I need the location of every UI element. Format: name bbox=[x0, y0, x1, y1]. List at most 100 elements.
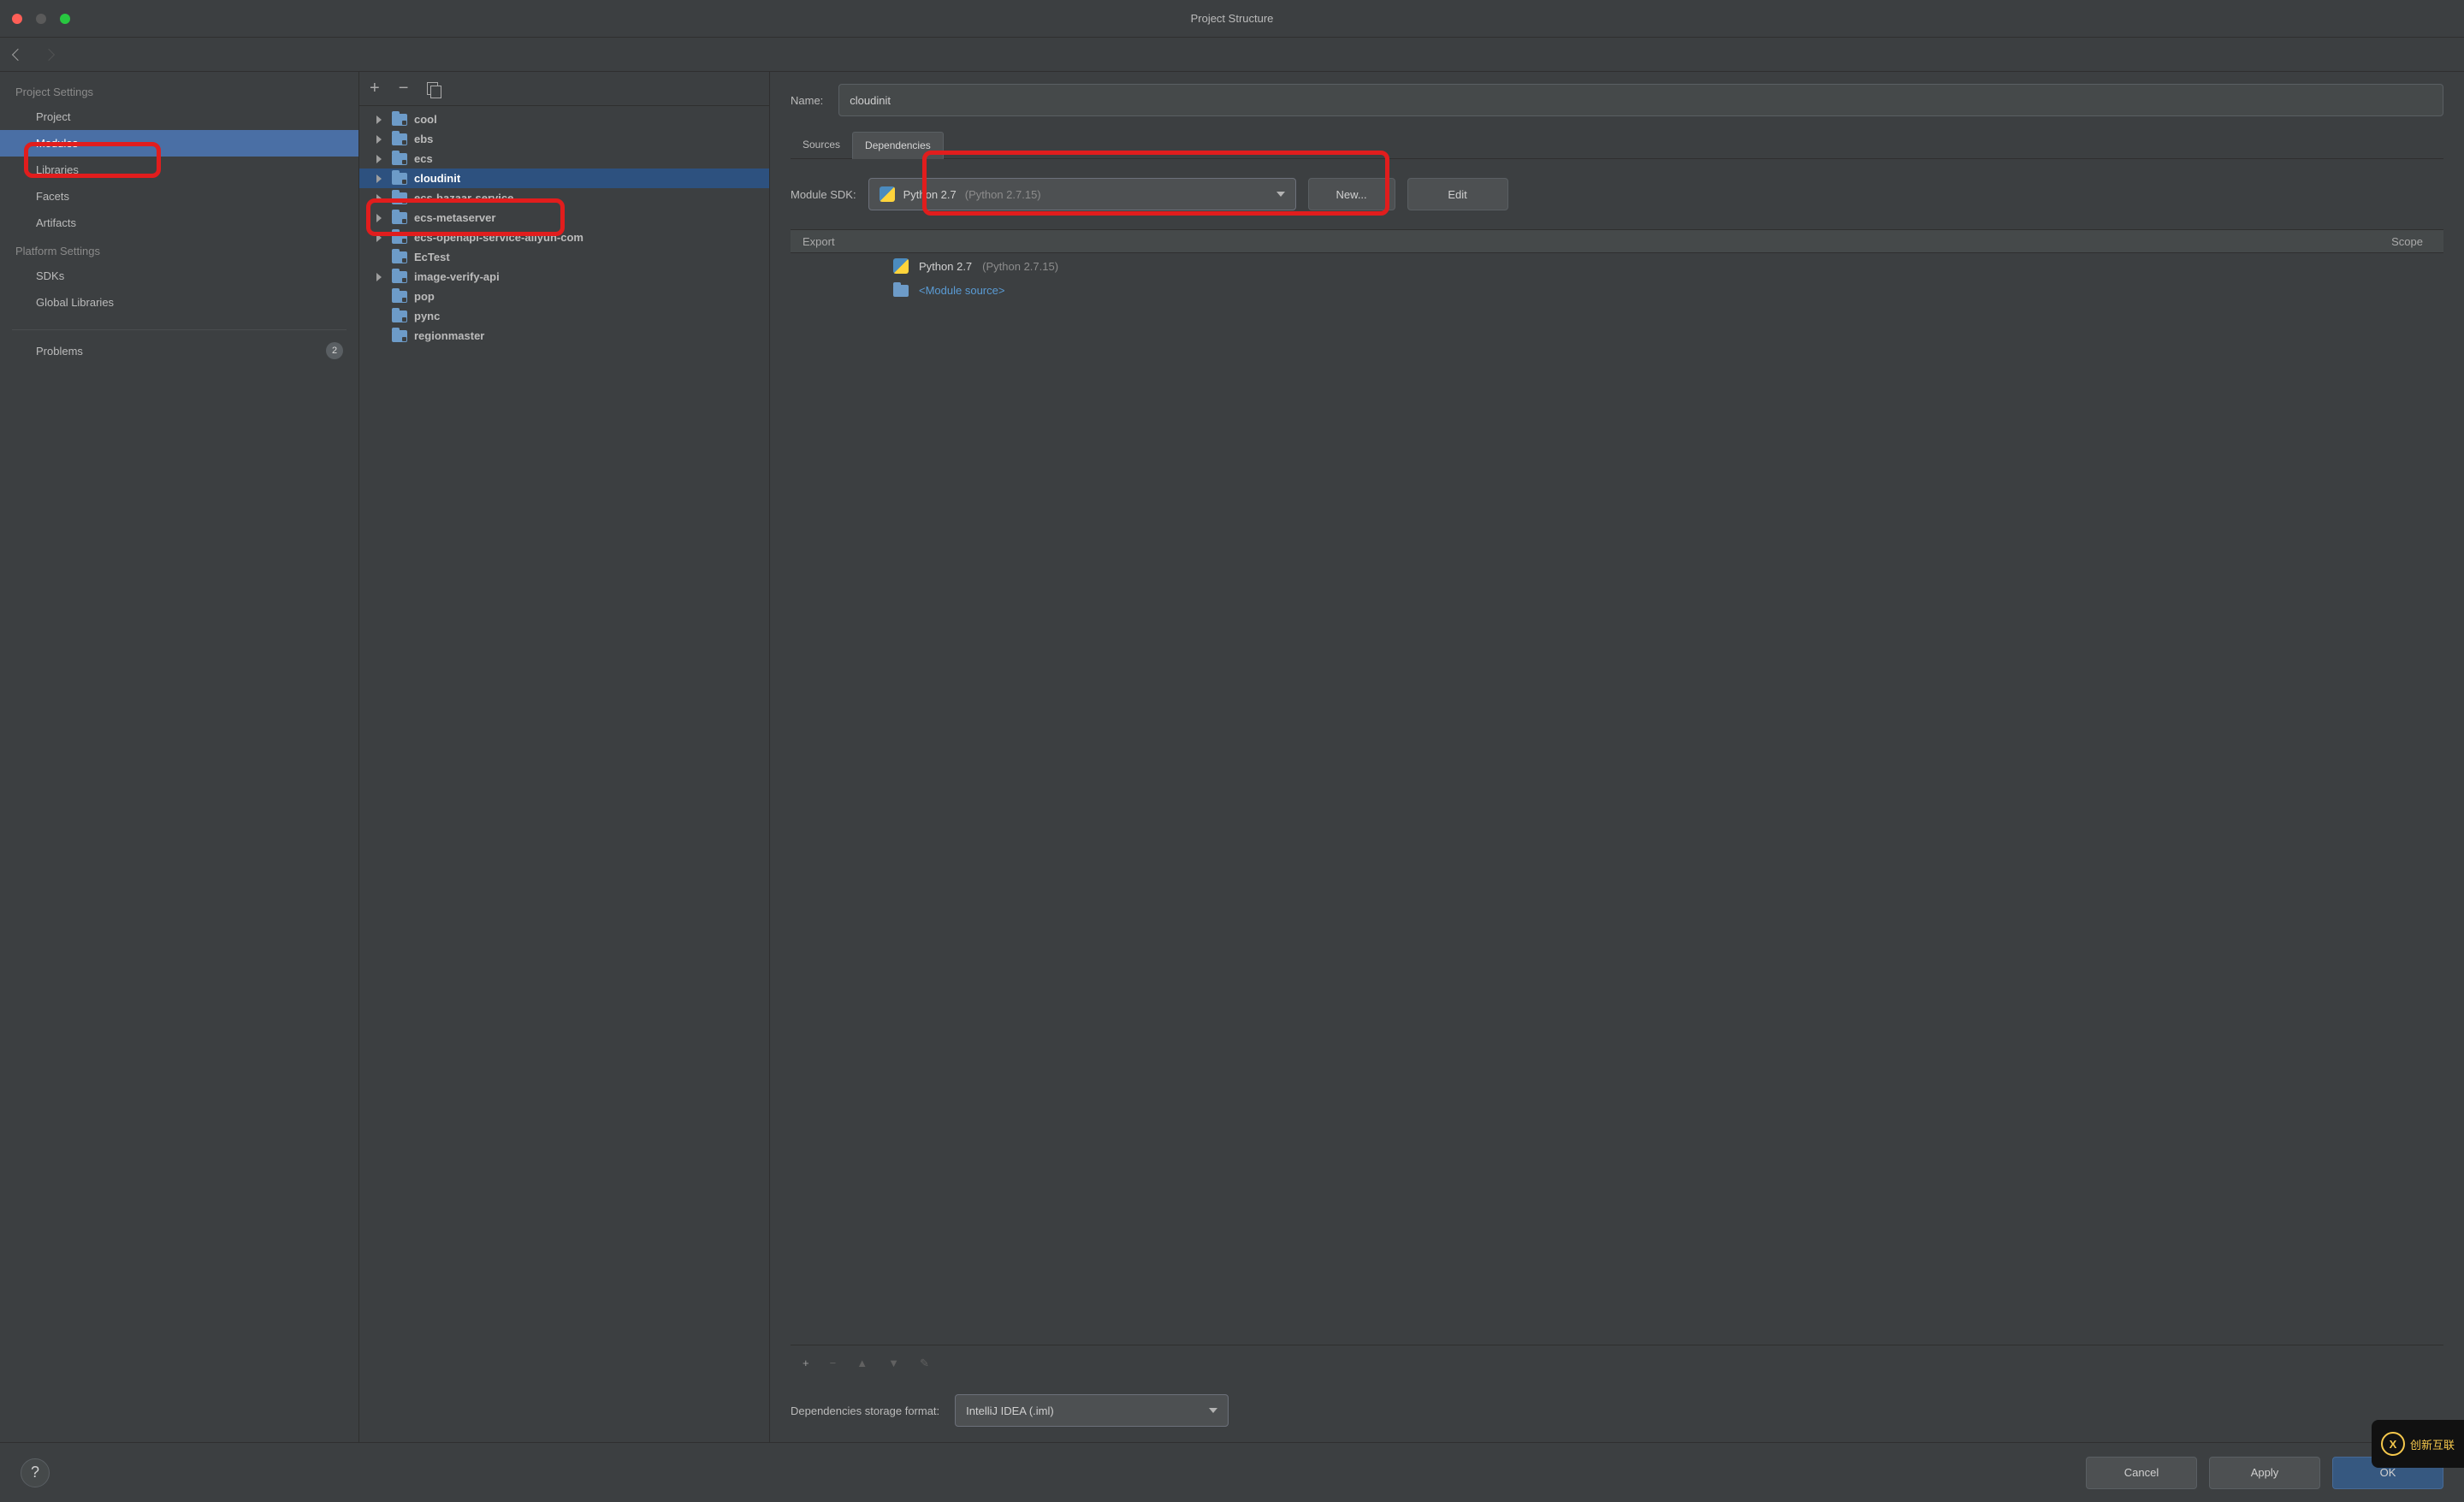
help-button[interactable]: ? bbox=[21, 1458, 50, 1487]
tab-sources[interactable]: Sources bbox=[791, 132, 852, 158]
tree-item-ecs-metaserver[interactable]: ecs-metaserver bbox=[359, 208, 769, 228]
name-field[interactable]: cloudinit bbox=[838, 84, 2443, 116]
tab-dependencies[interactable]: Dependencies bbox=[852, 132, 944, 159]
storage-format-value: IntelliJ IDEA (.iml) bbox=[966, 1404, 1054, 1417]
sidebar: Project Settings Project Modules Librari… bbox=[0, 72, 359, 1442]
name-label: Name: bbox=[791, 94, 823, 107]
tree-item-label: pync bbox=[414, 310, 440, 322]
tree-item-label: cloudinit bbox=[414, 172, 460, 185]
window-title: Project Structure bbox=[1191, 12, 1274, 25]
storage-format-label: Dependencies storage format: bbox=[791, 1404, 939, 1417]
watermark-glyph-icon: X bbox=[2381, 1432, 2405, 1456]
folder-icon bbox=[392, 232, 407, 244]
module-tree-panel: cool ebs ecs cloudinit ecs-bazaar-servic… bbox=[359, 72, 770, 1442]
close-window-icon[interactable] bbox=[12, 14, 22, 24]
remove-dependency-icon: − bbox=[830, 1357, 837, 1369]
sidebar-item-label: Facets bbox=[36, 190, 69, 203]
sidebar-item-modules[interactable]: Modules bbox=[0, 130, 358, 157]
module-tree: cool ebs ecs cloudinit ecs-bazaar-servic… bbox=[359, 106, 769, 349]
tree-item-label: EcTest bbox=[414, 251, 450, 263]
maximize-window-icon[interactable] bbox=[60, 14, 70, 24]
name-row: Name: cloudinit bbox=[791, 84, 2443, 116]
deps-row-python[interactable]: Python 2.7 (Python 2.7.15) bbox=[791, 253, 2443, 279]
move-up-icon: ▲ bbox=[856, 1357, 868, 1369]
module-sdk-value-name: Python 2.7 bbox=[903, 188, 957, 201]
deps-row-name: <Module source> bbox=[919, 284, 1004, 297]
module-tabs: Sources Dependencies bbox=[791, 132, 2443, 159]
window-controls bbox=[12, 14, 70, 24]
module-editor: Name: cloudinit Sources Dependencies Mod… bbox=[770, 72, 2464, 1442]
python-icon bbox=[893, 258, 909, 274]
tree-item-ecs-bazaar-service[interactable]: ecs-bazaar-service bbox=[359, 188, 769, 208]
sidebar-item-facets[interactable]: Facets bbox=[0, 183, 358, 210]
folder-icon bbox=[392, 330, 407, 342]
folder-icon bbox=[392, 153, 407, 165]
sidebar-item-artifacts[interactable]: Artifacts bbox=[0, 210, 358, 236]
folder-icon bbox=[392, 271, 407, 283]
add-module-icon[interactable] bbox=[370, 79, 380, 98]
sidebar-item-libraries[interactable]: Libraries bbox=[0, 157, 358, 183]
new-sdk-button[interactable]: New... bbox=[1308, 178, 1395, 210]
sidebar-item-label: Artifacts bbox=[36, 216, 76, 229]
sidebar-item-label: Global Libraries bbox=[36, 296, 114, 309]
chevron-down-icon bbox=[1276, 192, 1285, 197]
sidebar-item-project[interactable]: Project bbox=[0, 103, 358, 130]
module-sdk-label: Module SDK: bbox=[791, 188, 856, 201]
back-icon[interactable] bbox=[14, 49, 26, 61]
tree-item-label: cool bbox=[414, 113, 437, 126]
tree-item-regionmaster[interactable]: regionmaster bbox=[359, 326, 769, 346]
tree-item-label: pop bbox=[414, 290, 435, 303]
sidebar-item-sdks[interactable]: SDKs bbox=[0, 263, 358, 289]
sidebar-item-label: Libraries bbox=[36, 163, 79, 176]
deps-header-export: Export bbox=[803, 235, 835, 248]
folder-icon bbox=[392, 212, 407, 224]
move-down-icon: ▼ bbox=[888, 1357, 899, 1369]
tree-item-ecs[interactable]: ecs bbox=[359, 149, 769, 169]
tree-item-label: regionmaster bbox=[414, 329, 484, 342]
python-icon bbox=[880, 186, 895, 202]
sidebar-item-label: SDKs bbox=[36, 269, 64, 282]
deps-row-detail: (Python 2.7.15) bbox=[982, 260, 1058, 273]
watermark-text: 创新互联 bbox=[2410, 1436, 2455, 1452]
folder-icon bbox=[392, 133, 407, 145]
tree-item-label: image-verify-api bbox=[414, 270, 500, 283]
folder-icon bbox=[392, 114, 407, 126]
sidebar-heading-project-settings: Project Settings bbox=[0, 77, 358, 103]
module-tree-toolbar bbox=[359, 72, 769, 106]
minimize-window-icon[interactable] bbox=[36, 14, 46, 24]
edit-sdk-button[interactable]: Edit bbox=[1407, 178, 1508, 210]
tree-item-label: ebs bbox=[414, 133, 433, 145]
apply-button[interactable]: Apply bbox=[2209, 1457, 2320, 1489]
deps-row-module-source[interactable]: <Module source> bbox=[791, 279, 2443, 302]
module-sdk-dropdown[interactable]: Python 2.7 (Python 2.7.15) bbox=[868, 178, 1296, 210]
sidebar-item-problems[interactable]: Problems 2 bbox=[0, 335, 358, 366]
deps-table: Python 2.7 (Python 2.7.15) <Module sourc… bbox=[791, 253, 2443, 1345]
sidebar-item-label: Modules bbox=[36, 137, 78, 150]
tree-item-ectest[interactable]: EcTest bbox=[359, 247, 769, 267]
tree-item-ecs-openapi-service-aliyun-com[interactable]: ecs-openapi-service-aliyun-com bbox=[359, 228, 769, 247]
copy-module-icon[interactable] bbox=[427, 82, 441, 96]
sidebar-item-label: Project bbox=[36, 110, 70, 123]
source-folder-icon bbox=[893, 285, 909, 297]
tree-item-cool[interactable]: cool bbox=[359, 109, 769, 129]
tree-item-label: ecs-openapi-service-aliyun-com bbox=[414, 231, 583, 244]
add-dependency-icon[interactable]: + bbox=[803, 1357, 809, 1369]
tree-item-pop[interactable]: pop bbox=[359, 287, 769, 306]
sidebar-item-global-libraries[interactable]: Global Libraries bbox=[0, 289, 358, 316]
deps-row-name: Python 2.7 bbox=[919, 260, 972, 273]
cancel-button[interactable]: Cancel bbox=[2086, 1457, 2197, 1489]
forward-icon bbox=[44, 49, 56, 61]
tree-item-cloudinit[interactable]: cloudinit bbox=[359, 169, 769, 188]
tree-item-ebs[interactable]: ebs bbox=[359, 129, 769, 149]
tree-item-image-verify-api[interactable]: image-verify-api bbox=[359, 267, 769, 287]
sidebar-heading-platform-settings: Platform Settings bbox=[0, 236, 358, 263]
nav-arrows bbox=[14, 49, 56, 61]
watermark-badge: X 创新互联 bbox=[2372, 1420, 2464, 1468]
storage-format-dropdown[interactable]: IntelliJ IDEA (.iml) bbox=[955, 1394, 1229, 1427]
deps-header-scope: Scope bbox=[2391, 235, 2431, 248]
tree-item-label: ecs bbox=[414, 152, 433, 165]
chevron-down-icon bbox=[1209, 1408, 1217, 1413]
tree-item-label: ecs-bazaar-service bbox=[414, 192, 513, 204]
remove-module-icon[interactable] bbox=[399, 79, 409, 98]
tree-item-pync[interactable]: pync bbox=[359, 306, 769, 326]
